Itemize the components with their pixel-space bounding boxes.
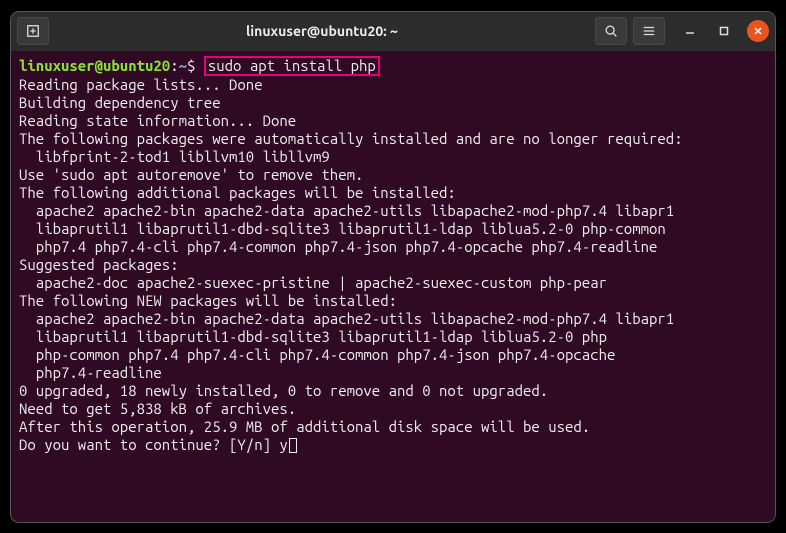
confirm-line: Do you want to continue? [Y/n] y [19,436,767,454]
output-line: php7.4-readline [19,364,767,382]
terminal-window: linuxuser@ubuntu20: ~ linuxuser@ubuntu20… [11,12,775,522]
command-highlight: sudo apt install php [204,56,380,76]
close-button[interactable] [747,20,769,42]
window-title: linuxuser@ubuntu20: ~ [55,23,589,39]
prompt-user-host: linuxuser@ubuntu20 [19,57,170,74]
output-line: Use 'sudo apt autoremove' to remove them… [19,166,767,184]
output-line: The following NEW packages will be insta… [19,292,767,310]
output-line: libaprutil1 libaprutil1-dbd-sqlite3 liba… [19,328,767,346]
output-line: Suggested packages: [19,256,767,274]
output-line: The following packages were automaticall… [19,130,767,148]
menu-button[interactable] [633,17,665,45]
search-button[interactable] [595,17,627,45]
search-icon [604,24,618,38]
minimize-button[interactable] [679,20,701,42]
terminal-output: Reading package lists... DoneBuilding de… [19,76,767,436]
output-line: Reading package lists... Done [19,76,767,94]
new-tab-icon [26,24,40,38]
titlebar: linuxuser@ubuntu20: ~ [11,12,775,52]
output-line: apache2 apache2-bin apache2-data apache2… [19,310,767,328]
output-line: libfprint-2-tod1 libllvm10 libllvm9 [19,148,767,166]
output-line: Reading state information... Done [19,112,767,130]
terminal-body[interactable]: linuxuser@ubuntu20:~$ sudo apt install p… [11,52,775,522]
cursor [289,438,297,453]
output-line: php-common php7.4 php7.4-cli php7.4-comm… [19,346,767,364]
output-line: php7.4 php7.4-cli php7.4-common php7.4-j… [19,238,767,256]
hamburger-icon [642,24,656,38]
prompt-dollar: $ [187,57,195,74]
prompt-line: linuxuser@ubuntu20:~$ sudo apt install p… [19,56,767,76]
output-line: Need to get 5,838 kB of archives. [19,400,767,418]
confirm-answer: y [279,436,287,453]
output-line: After this operation, 25.9 MB of additio… [19,418,767,436]
maximize-button[interactable] [713,20,735,42]
output-line: apache2 apache2-bin apache2-data apache2… [19,202,767,220]
maximize-icon [719,26,729,36]
new-tab-button[interactable] [17,17,49,45]
output-line: Building dependency tree [19,94,767,112]
output-line: The following additional packages will b… [19,184,767,202]
prompt-path: ~ [179,57,187,74]
output-line: apache2-doc apache2-suexec-pristine | ap… [19,274,767,292]
output-line: 0 upgraded, 18 newly installed, 0 to rem… [19,382,767,400]
close-icon [753,26,763,36]
minimize-icon [685,26,695,36]
confirm-prompt: Do you want to continue? [Y/n] [19,436,279,453]
window-controls [679,20,769,42]
output-line: libaprutil1 libaprutil1-dbd-sqlite3 liba… [19,220,767,238]
